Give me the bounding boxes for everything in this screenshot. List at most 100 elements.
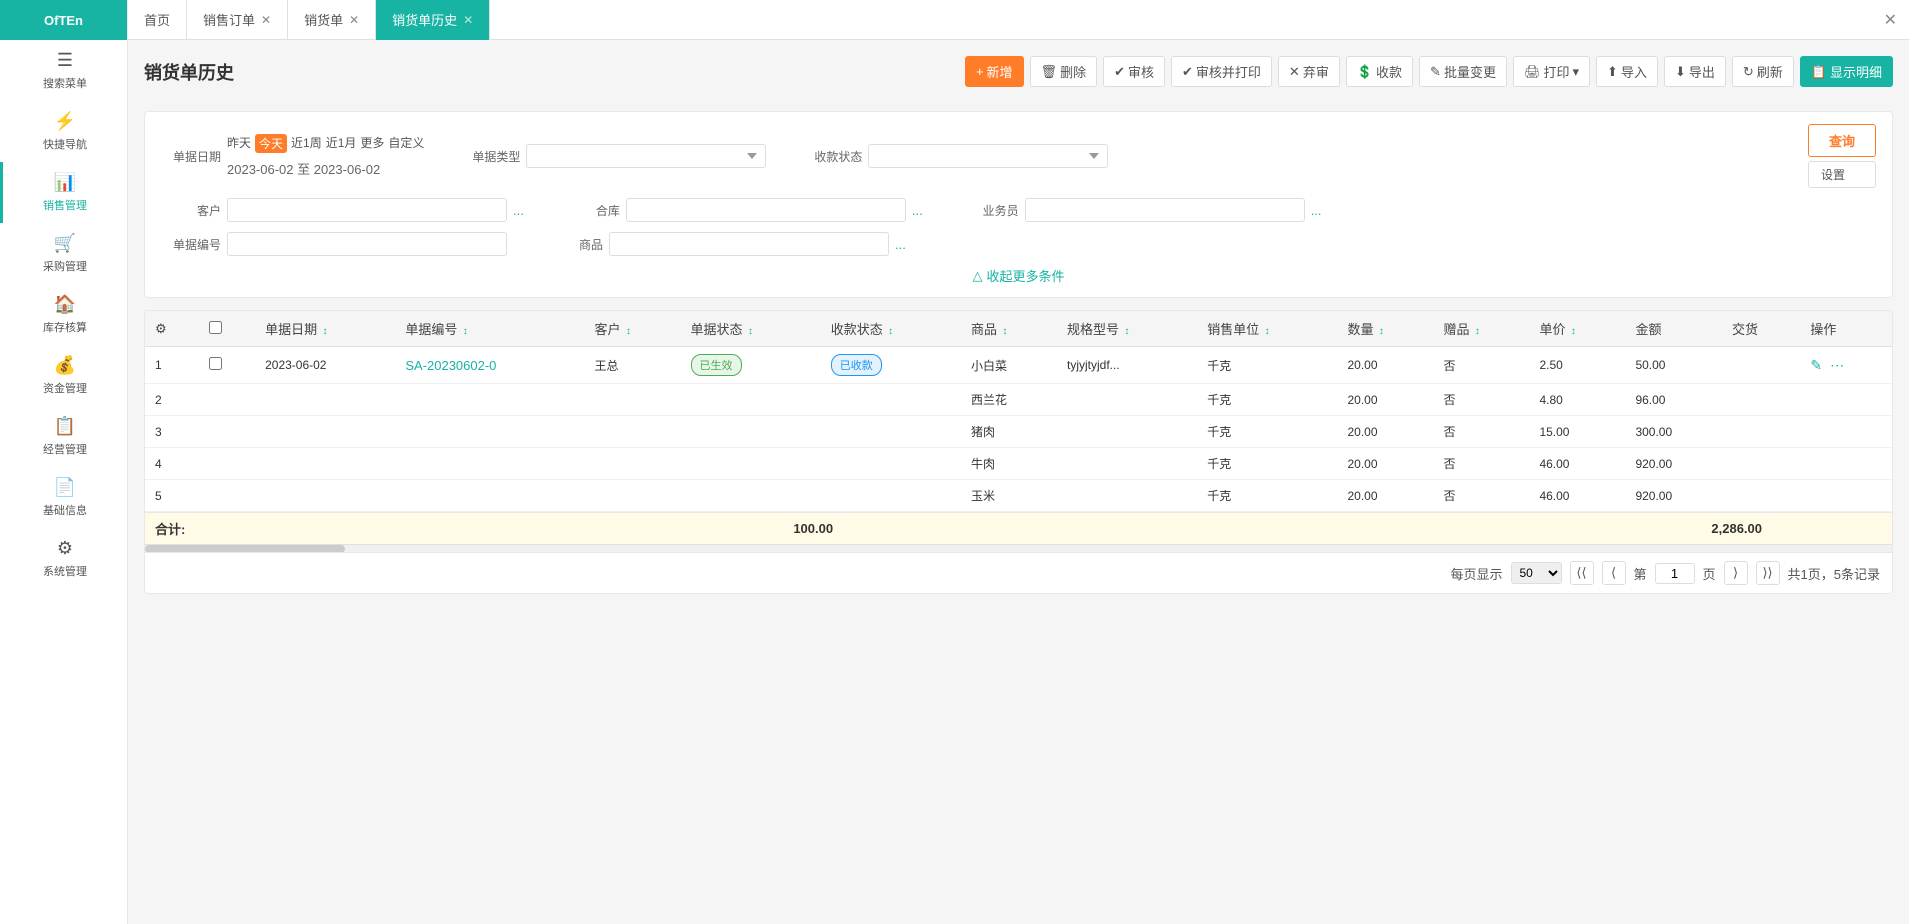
- col-checkbox[interactable]: [199, 311, 255, 347]
- inventory-icon: 🏠: [54, 294, 76, 315]
- sidebar-item-search-menu[interactable]: ☰ 搜索菜单: [0, 40, 127, 101]
- last7days-btn[interactable]: 近1周: [291, 134, 322, 153]
- col-sales-unit[interactable]: 销售单位 ↕: [1197, 311, 1337, 347]
- sidebar-item-system-mgmt[interactable]: ⚙ 系统管理: [0, 528, 127, 589]
- sidebar-item-operations[interactable]: 📋 经营管理: [0, 406, 127, 467]
- tab-sales-delivery-close[interactable]: ✕: [349, 13, 359, 27]
- sidebar-item-basic-info[interactable]: 📄 基础信息: [0, 467, 127, 528]
- col-spec[interactable]: 规格型号 ↕: [1057, 311, 1197, 347]
- col-quantity[interactable]: 数量 ↕: [1337, 311, 1433, 347]
- page-prev-button[interactable]: ⟨: [1602, 561, 1626, 585]
- cell-row-num: 4: [145, 448, 199, 480]
- sidebar-item-inventory[interactable]: 🏠 库存核算: [0, 284, 127, 345]
- col-doc-status[interactable]: 单据状态 ↕: [681, 311, 821, 347]
- data-table: ⚙ 单据日期 ↕ 单据编号 ↕ 客户 ↕: [144, 310, 1893, 594]
- collect-button[interactable]: 💲 收款: [1346, 56, 1413, 87]
- more-btn[interactable]: 更多: [360, 134, 384, 153]
- doc-number-input[interactable]: [227, 232, 507, 256]
- cell-doc-status: [681, 480, 821, 512]
- cell-checkbox[interactable]: [199, 448, 255, 480]
- sidebar-item-quick-nav[interactable]: ⚡ 快捷导航: [0, 101, 127, 162]
- cell-checkbox[interactable]: [199, 416, 255, 448]
- delete-button[interactable]: 🗑 删除: [1030, 56, 1098, 87]
- cell-gift: 否: [1433, 347, 1529, 384]
- customer-dots[interactable]: ...: [513, 203, 524, 218]
- col-product[interactable]: 商品 ↕: [961, 311, 1057, 347]
- window-close-button[interactable]: ✕: [1872, 10, 1909, 30]
- batch-change-button[interactable]: ✎ 批量变更: [1419, 56, 1507, 87]
- col-customer[interactable]: 客户 ↕: [585, 311, 681, 347]
- export-button[interactable]: ⬇ 导出: [1664, 56, 1726, 87]
- audit-print-button[interactable]: ✔ 审核并打印: [1171, 56, 1272, 87]
- show-detail-button[interactable]: 📋 显示明细: [1800, 56, 1893, 87]
- cell-spec: [1057, 480, 1197, 512]
- product-input[interactable]: [609, 232, 889, 256]
- row-checkbox[interactable]: [209, 357, 222, 370]
- col-unit-price[interactable]: 单价 ↕: [1529, 311, 1625, 347]
- yesterday-btn[interactable]: 昨天: [227, 134, 251, 153]
- abandon-button[interactable]: ✕ 弃审: [1278, 56, 1340, 87]
- collapse-button[interactable]: △ 收起更多条件: [161, 266, 1876, 285]
- tab-sales-order-close[interactable]: ✕: [261, 13, 271, 27]
- tab-sales-delivery[interactable]: 销货单 ✕: [288, 0, 376, 40]
- horizontal-scrollbar[interactable]: [145, 544, 1892, 552]
- doc-type-select[interactable]: [526, 144, 766, 168]
- last1month-btn[interactable]: 近1月: [326, 134, 357, 153]
- col-settings[interactable]: ⚙: [145, 311, 199, 347]
- warehouse-input[interactable]: [626, 198, 906, 222]
- cell-spec: [1057, 416, 1197, 448]
- sidebar-item-finance-mgmt[interactable]: 💰 资金管理: [0, 345, 127, 406]
- refresh-button[interactable]: ↻ 刷新: [1732, 56, 1794, 87]
- query-button[interactable]: 查询: [1808, 124, 1876, 157]
- product-dots[interactable]: ...: [895, 237, 906, 252]
- page-first-button[interactable]: ⟨⟨: [1570, 561, 1594, 585]
- page-last-button[interactable]: ⟩⟩: [1756, 561, 1780, 585]
- warehouse-dots[interactable]: ...: [912, 203, 923, 218]
- page-number-input[interactable]: [1655, 563, 1695, 584]
- page-next-button[interactable]: ⟩: [1724, 561, 1748, 585]
- more-action[interactable]: ⋯: [1830, 357, 1844, 374]
- col-gift-label: 赠品: [1443, 322, 1469, 337]
- cell-checkbox[interactable]: [199, 480, 255, 512]
- page-size-select[interactable]: 50 10 20 100: [1511, 562, 1562, 584]
- col-gift[interactable]: 赠品 ↕: [1433, 311, 1529, 347]
- cell-checkbox[interactable]: [199, 347, 255, 384]
- custom-btn[interactable]: 自定义: [388, 134, 424, 153]
- audit-button[interactable]: ✔ 审核: [1103, 56, 1165, 87]
- sidebar-item-sales-mgmt[interactable]: 📊 销售管理: [0, 162, 127, 223]
- collect-status-select[interactable]: [868, 144, 1108, 168]
- import-button[interactable]: ⬆ 导入: [1596, 56, 1658, 87]
- show-detail-label: 显示明细: [1830, 62, 1882, 81]
- salesperson-dots[interactable]: ...: [1311, 203, 1322, 218]
- cell-checkbox[interactable]: [199, 384, 255, 416]
- sidebar-item-purchase-mgmt[interactable]: 🛒 采购管理: [0, 223, 127, 284]
- settings-icon[interactable]: ⚙: [155, 321, 167, 336]
- customer-input[interactable]: [227, 198, 507, 222]
- col-collect-status[interactable]: 收款状态 ↕: [821, 311, 961, 347]
- settings-button[interactable]: 设置: [1808, 161, 1876, 188]
- edit-action[interactable]: ✎: [1810, 357, 1822, 374]
- page-unit: 页: [1703, 564, 1716, 583]
- col-doc-number[interactable]: 单据编号 ↕: [395, 311, 584, 347]
- print-button[interactable]: 🖨 打印 ▾: [1513, 56, 1590, 87]
- sort-spec-icon: ↕: [1124, 326, 1129, 337]
- select-all-checkbox[interactable]: [209, 321, 222, 334]
- new-button[interactable]: + 新增: [965, 56, 1024, 87]
- cell-unit-price: 2.50: [1529, 347, 1625, 384]
- col-doc-date[interactable]: 单据日期 ↕: [255, 311, 395, 347]
- tab-sales-order[interactable]: 销售订单 ✕: [187, 0, 288, 40]
- cell-doc-status: [681, 448, 821, 480]
- tab-sales-history[interactable]: 销货单历史 ✕: [376, 0, 490, 40]
- doc-number-label: 单据编号: [161, 236, 221, 253]
- table-row: 4牛肉千克20.00否46.00920.00: [145, 448, 1892, 480]
- cell-collect-status: [821, 448, 961, 480]
- sidebar-item-label: 经营管理: [43, 441, 87, 457]
- salesperson-input[interactable]: [1025, 198, 1305, 222]
- main-content: 首页 销售订单 ✕ 销货单 ✕ 销货单历史 ✕ ✕ 销货单历史 + 新增: [128, 0, 1909, 924]
- today-btn[interactable]: 今天: [255, 134, 287, 153]
- cell-gift: 否: [1433, 448, 1529, 480]
- tab-home[interactable]: 首页: [128, 0, 187, 40]
- collect-status-badge: 已收款: [831, 354, 882, 376]
- doc-number-link[interactable]: SA-20230602-0: [405, 358, 496, 373]
- tab-sales-history-close[interactable]: ✕: [463, 13, 473, 27]
